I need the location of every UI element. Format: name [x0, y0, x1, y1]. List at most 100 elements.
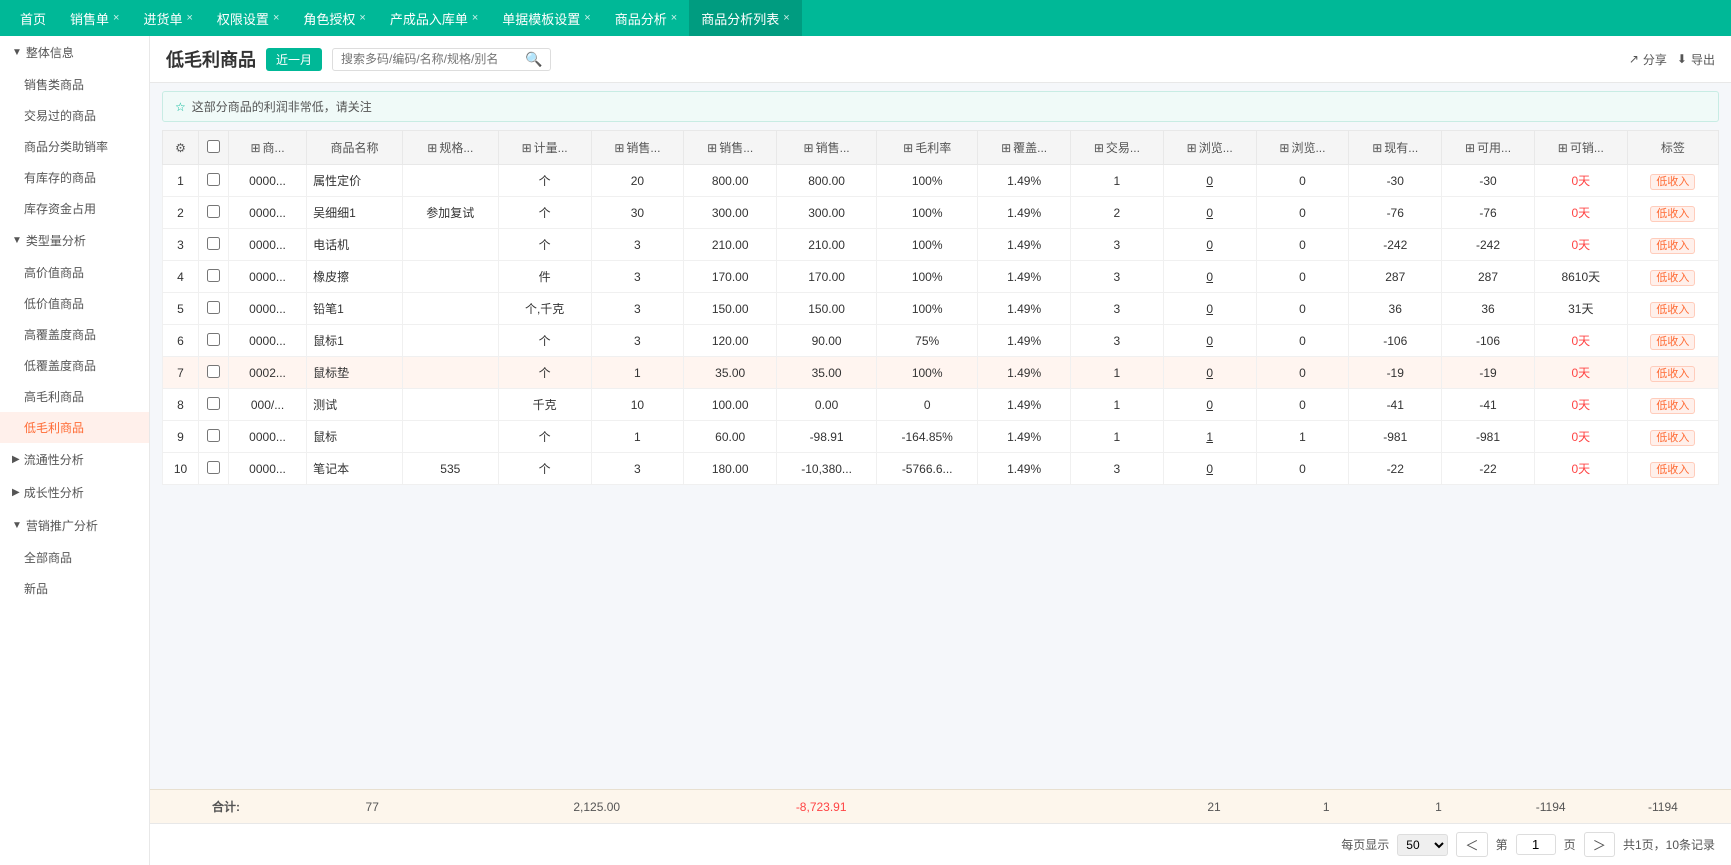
col-browse2[interactable]: ⊞ 浏览...	[1256, 131, 1349, 165]
row-checkbox[interactable]	[207, 237, 220, 250]
nav-purchase[interactable]: 进货单 ×	[131, 0, 204, 36]
sidebar-group-overall[interactable]: ▼ 整体信息	[0, 36, 149, 69]
row-trade: 3	[1071, 229, 1164, 261]
nav-templates[interactable]: 单据模板设置 ×	[490, 0, 602, 36]
sidebar-group-growth[interactable]: ▶ 成长性分析	[0, 476, 149, 509]
sidebar-item-stocked-goods[interactable]: 有库存的商品	[0, 162, 149, 193]
row-checkbox[interactable]	[207, 429, 220, 442]
page-title: 低毛利商品	[166, 46, 256, 72]
row-sellable: 31天	[1534, 293, 1627, 325]
row-browse1[interactable]: 0	[1163, 261, 1256, 293]
col-checkbox[interactable]	[199, 131, 229, 165]
row-tag: 低收入	[1627, 197, 1718, 229]
nav-products-in[interactable]: 产成品入库单 ×	[378, 0, 490, 36]
row-trade: 1	[1071, 165, 1164, 197]
row-browse1[interactable]: 0	[1163, 453, 1256, 485]
nav-roles[interactable]: 角色授权 ×	[291, 0, 377, 36]
col-sales-qty[interactable]: ⊞ 销售...	[591, 131, 684, 165]
row-sales-qty: 3	[591, 229, 684, 261]
row-checkbox[interactable]	[207, 269, 220, 282]
sidebar-item-low-value[interactable]: 低价值商品	[0, 288, 149, 319]
sidebar-item-all-goods[interactable]: 全部商品	[0, 542, 149, 573]
row-checkbox[interactable]	[207, 333, 220, 346]
col-sellable[interactable]: ⊞ 可销...	[1534, 131, 1627, 165]
row-browse1[interactable]: 0	[1163, 229, 1256, 261]
row-browse2: 1	[1256, 421, 1349, 453]
row-sales-profit: -98.91	[777, 421, 877, 453]
row-no: 7	[163, 357, 199, 389]
page-number-input[interactable]	[1516, 834, 1556, 855]
nav-templates-close[interactable]: ×	[584, 12, 590, 24]
page-size-select[interactable]: 50 100 200	[1397, 834, 1448, 856]
col-sales-profit[interactable]: ⊞ 销售...	[777, 131, 877, 165]
search-input[interactable]	[341, 52, 521, 66]
nav-products-in-close[interactable]: ×	[472, 12, 478, 24]
row-checkbox[interactable]	[207, 173, 220, 186]
col-coverage[interactable]: ⊞ 覆盖...	[978, 131, 1071, 165]
col-available[interactable]: ⊞ 可用...	[1442, 131, 1535, 165]
col-spec[interactable]: ⊞ 规格...	[402, 131, 498, 165]
row-checkbox[interactable]	[207, 365, 220, 378]
row-unit: 个,千克	[498, 293, 591, 325]
sidebar-item-high-margin[interactable]: 高毛利商品	[0, 381, 149, 412]
nav-home[interactable]: 首页	[8, 0, 58, 36]
row-browse1[interactable]: 0	[1163, 293, 1256, 325]
col-trade[interactable]: ⊞ 交易...	[1071, 131, 1164, 165]
select-all-checkbox[interactable]	[207, 140, 220, 153]
row-browse1[interactable]: 1	[1163, 421, 1256, 453]
time-filter-button[interactable]: 近一月	[266, 48, 322, 71]
nav-sales[interactable]: 销售单 ×	[58, 0, 131, 36]
row-name: 铅笔1	[307, 293, 403, 325]
col-code[interactable]: ⊞ 商...	[229, 131, 307, 165]
col-name[interactable]: 商品名称	[307, 131, 403, 165]
row-checkbox[interactable]	[207, 461, 220, 474]
sidebar-item-inventory-capital[interactable]: 库存资金占用	[0, 193, 149, 224]
nav-permissions[interactable]: 权限设置 ×	[205, 0, 291, 36]
row-browse2: 0	[1256, 229, 1349, 261]
row-browse1[interactable]: 0	[1163, 197, 1256, 229]
nav-product-analysis-close[interactable]: ×	[671, 12, 677, 24]
chevron-right-icon: ▶	[12, 487, 20, 498]
search-icon[interactable]: 🔍	[525, 51, 542, 68]
row-coverage: 1.49%	[978, 325, 1071, 357]
sidebar-item-high-value[interactable]: 高价值商品	[0, 257, 149, 288]
share-button[interactable]: ↗ 分享	[1629, 51, 1667, 68]
row-browse1[interactable]: 0	[1163, 357, 1256, 389]
export-button[interactable]: ⬇ 导出	[1677, 51, 1715, 68]
row-browse1[interactable]: 0	[1163, 325, 1256, 357]
row-checkbox[interactable]	[207, 397, 220, 410]
prev-page-button[interactable]: ＜	[1456, 832, 1487, 857]
nav-analysis-list[interactable]: 商品分析列表 ×	[689, 0, 801, 36]
sidebar-item-low-margin[interactable]: 低毛利商品	[0, 412, 149, 443]
col-sales-amount[interactable]: ⊞ 销售...	[684, 131, 777, 165]
row-browse1[interactable]: 0	[1163, 165, 1256, 197]
row-sales-amount: 35.00	[684, 357, 777, 389]
nav-analysis-list-close[interactable]: ×	[783, 12, 789, 24]
nav-product-analysis[interactable]: 商品分析 ×	[603, 0, 689, 36]
nav-permissions-close[interactable]: ×	[273, 12, 279, 24]
sidebar-item-low-coverage[interactable]: 低覆盖度商品	[0, 350, 149, 381]
sidebar-group-type-analysis[interactable]: ▼ 类型量分析	[0, 224, 149, 257]
col-browse1[interactable]: ⊞ 浏览...	[1163, 131, 1256, 165]
sidebar-item-traded-goods[interactable]: 交易过的商品	[0, 100, 149, 131]
nav-purchase-close[interactable]: ×	[186, 12, 192, 24]
col-tag[interactable]: 标签	[1627, 131, 1718, 165]
col-unit[interactable]: ⊞ 计量...	[498, 131, 591, 165]
col-settings[interactable]: ⚙	[163, 131, 199, 165]
col-gross-margin[interactable]: ⊞ 毛利率	[877, 131, 978, 165]
sidebar-item-new-goods[interactable]: 新品	[0, 573, 149, 604]
row-sales-profit: 300.00	[777, 197, 877, 229]
row-browse1[interactable]: 0	[1163, 389, 1256, 421]
sidebar-item-category-rate[interactable]: 商品分类助销率	[0, 131, 149, 162]
nav-roles-close[interactable]: ×	[359, 12, 365, 24]
sidebar-item-sales-goods[interactable]: 销售类商品	[0, 69, 149, 100]
row-checkbox[interactable]	[207, 301, 220, 314]
row-checkbox[interactable]	[207, 205, 220, 218]
col-current[interactable]: ⊞ 现有...	[1349, 131, 1442, 165]
sidebar-item-high-coverage[interactable]: 高覆盖度商品	[0, 319, 149, 350]
next-page-button[interactable]: ＞	[1584, 832, 1615, 857]
sidebar-group-marketing[interactable]: ▼ 营销推广分析	[0, 509, 149, 542]
row-spec	[402, 165, 498, 197]
sidebar-group-circulation[interactable]: ▶ 流通性分析	[0, 443, 149, 476]
nav-sales-close[interactable]: ×	[113, 12, 119, 24]
